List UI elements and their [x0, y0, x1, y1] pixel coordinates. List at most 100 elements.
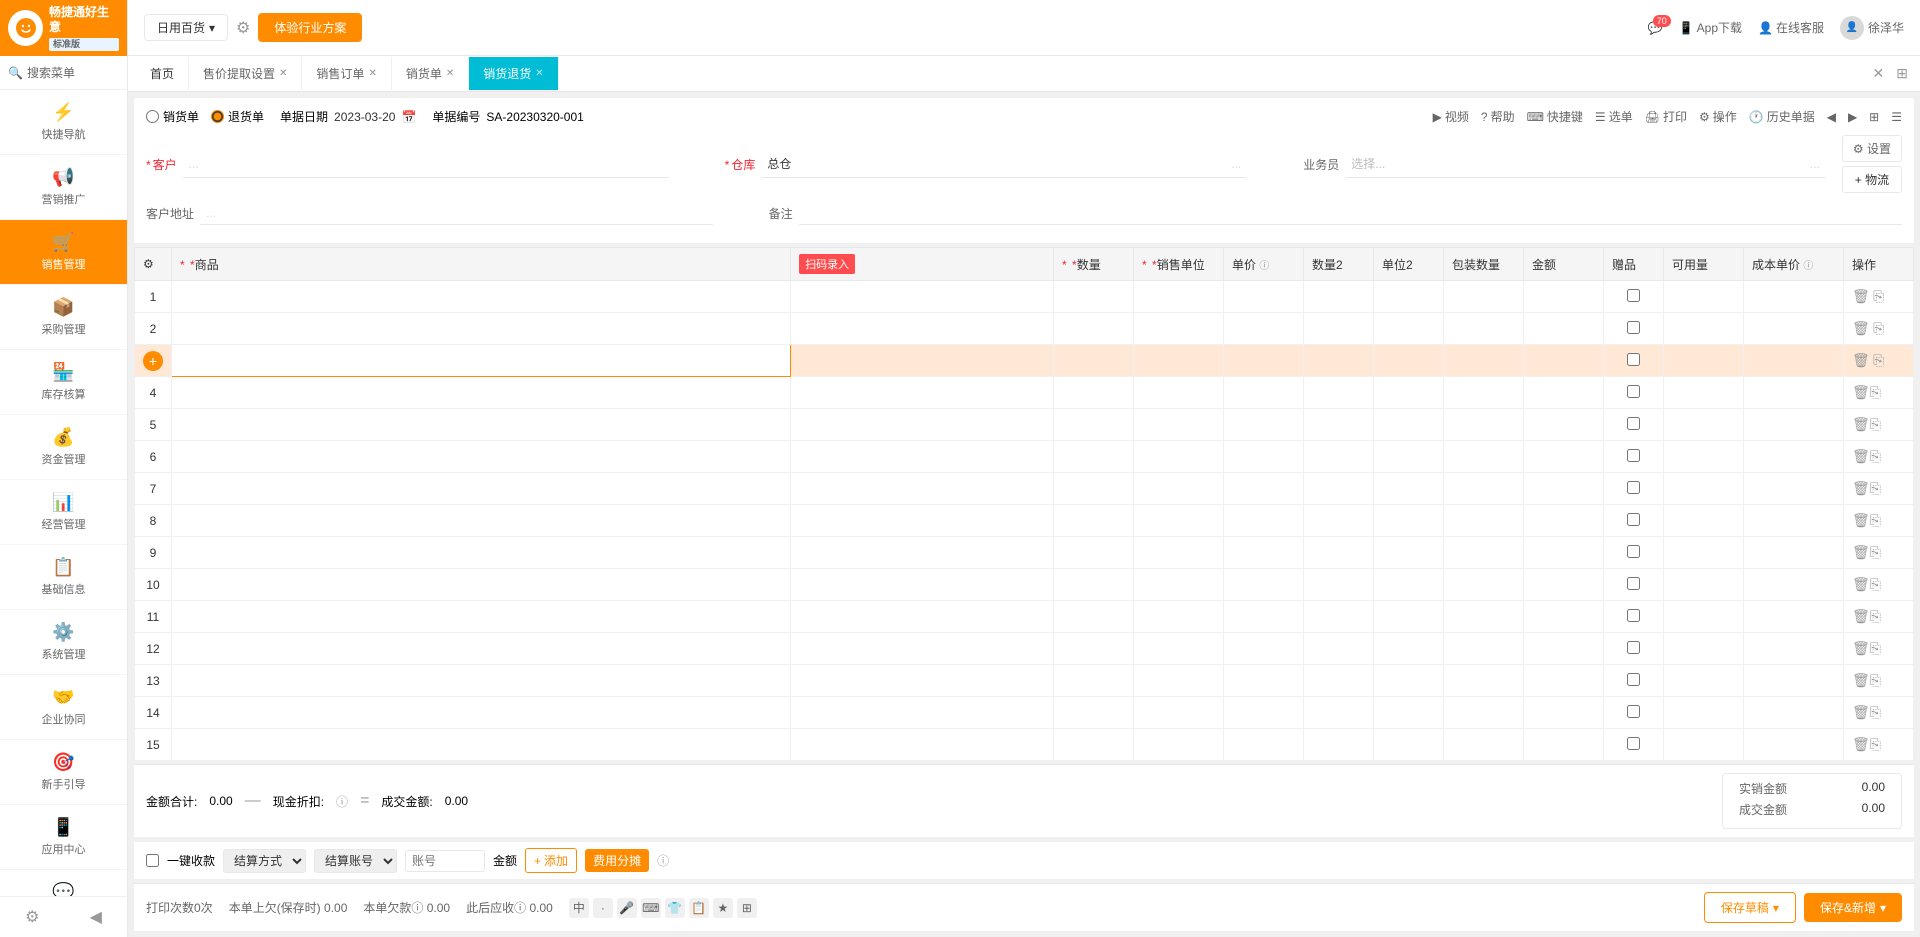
- delete-icon-7[interactable]: 🗑: [1852, 480, 1870, 496]
- scan-button[interactable]: 扫码录入: [799, 254, 855, 274]
- daily-select[interactable]: 日用百货 ▾: [144, 14, 228, 41]
- trial-button[interactable]: 体验行业方案: [258, 13, 362, 42]
- question-icon[interactable]: ⓘ: [336, 793, 348, 810]
- shortcut-7[interactable]: ★: [713, 898, 733, 918]
- copy-icon-4[interactable]: ⎘: [1870, 384, 1881, 400]
- copy-icon-15[interactable]: ⎘: [1870, 736, 1881, 752]
- gift-checkbox-11[interactable]: [1627, 609, 1640, 622]
- gift-checkbox-1[interactable]: [1627, 289, 1640, 302]
- radio-sale[interactable]: 销货单: [146, 108, 199, 125]
- th-gear[interactable]: ⚙: [135, 248, 172, 281]
- question-icon-4[interactable]: ⓘ: [514, 901, 526, 915]
- prev-record-icon[interactable]: ◀: [1827, 110, 1836, 124]
- address-input[interactable]: ...: [200, 201, 713, 225]
- gift-checkbox-15[interactable]: [1627, 737, 1640, 750]
- warehouse-input[interactable]: 总仓 ...: [761, 150, 1247, 178]
- gift-checkbox-2[interactable]: [1627, 321, 1640, 334]
- add-fee-button[interactable]: + 添加: [525, 848, 577, 873]
- delete-icon-2[interactable]: 🗑: [1852, 320, 1870, 336]
- question-icon-3[interactable]: ⓘ: [411, 901, 423, 915]
- tab-home[interactable]: 首页: [136, 57, 189, 90]
- delete-icon-15[interactable]: 🗑: [1852, 736, 1870, 752]
- add-row-button[interactable]: +: [143, 351, 163, 371]
- save-draft-button[interactable]: 保存草稿 ▾: [1704, 892, 1796, 923]
- tab-close-delivery[interactable]: ✕: [446, 68, 454, 79]
- copy-icon-13[interactable]: ⎘: [1870, 672, 1881, 688]
- delete-icon-9[interactable]: 🗑: [1852, 544, 1870, 560]
- sidebar-item-system[interactable]: ⚙️ 系统管理: [0, 610, 127, 675]
- delete-icon-12[interactable]: 🗑: [1852, 640, 1870, 656]
- gift-checkbox-7[interactable]: [1627, 481, 1640, 494]
- copy-icon-5[interactable]: ⎘: [1870, 416, 1881, 432]
- shortcut-2[interactable]: ·: [593, 898, 613, 918]
- app-download-btn[interactable]: 📱 App下载: [1679, 19, 1742, 36]
- sidebar-item-guide[interactable]: 🎯 新手引导: [0, 740, 127, 805]
- gift-checkbox-14[interactable]: [1627, 705, 1640, 718]
- online-service-btn[interactable]: 👤 在线客服: [1758, 19, 1824, 36]
- setup-button[interactable]: ⚙ 设置: [1842, 135, 1902, 162]
- select-action[interactable]: ☰ 选单: [1595, 108, 1633, 125]
- delete-icon-5[interactable]: 🗑: [1852, 416, 1870, 432]
- video-action[interactable]: ▶ 视频: [1433, 108, 1469, 125]
- shortcut-1[interactable]: 中: [569, 898, 589, 918]
- one-click-checkbox[interactable]: [146, 854, 159, 867]
- shipping-button[interactable]: + 物流: [1842, 166, 1902, 193]
- copy-icon-10[interactable]: ⎘: [1870, 576, 1881, 592]
- question-icon-2[interactable]: ⓘ: [657, 852, 669, 869]
- shortcut-4[interactable]: ⌨: [641, 898, 661, 918]
- sidebar-item-enterprise[interactable]: 🤝 企业协同: [0, 675, 127, 740]
- copy-icon-6[interactable]: ⎘: [1870, 448, 1881, 464]
- user-info[interactable]: 👤 徐泽华: [1840, 16, 1904, 40]
- product-input-3[interactable]: [180, 354, 782, 368]
- sidebar-item-finance[interactable]: 💰 资金管理: [0, 415, 127, 480]
- help-action[interactable]: ? 帮助: [1481, 108, 1515, 125]
- tab-close-btn[interactable]: ✕: [1869, 63, 1889, 84]
- calendar-icon[interactable]: 📅: [401, 110, 416, 124]
- sidebar-item-purchase[interactable]: 📦 采购管理: [0, 285, 127, 350]
- copy-icon-7[interactable]: ⎘: [1870, 480, 1881, 496]
- save-new-button[interactable]: 保存&新增 ▾: [1804, 893, 1902, 922]
- sidebar-search[interactable]: 🔍 搜索菜单: [0, 56, 127, 90]
- account-select[interactable]: 结算账号: [314, 849, 397, 873]
- remark-input[interactable]: [799, 201, 1902, 225]
- account-num-input[interactable]: [405, 850, 485, 872]
- shortcut-8[interactable]: ⊞: [737, 898, 757, 918]
- sidebar-item-shortcut[interactable]: ⚡ 快捷导航: [0, 90, 127, 155]
- copy-icon-2[interactable]: ⎘: [1873, 320, 1884, 336]
- grid-view-icon[interactable]: ⊞: [1869, 110, 1879, 124]
- print-action[interactable]: 🖨 打印: [1645, 108, 1687, 125]
- sidebar-item-operations[interactable]: 📊 经营管理: [0, 480, 127, 545]
- gift-checkbox-3[interactable]: [1627, 353, 1640, 366]
- tab-price-setting[interactable]: 售价提取设置 ✕: [189, 57, 302, 90]
- delete-icon-8[interactable]: 🗑: [1852, 512, 1870, 528]
- gift-checkbox-10[interactable]: [1627, 577, 1640, 590]
- sidebar-item-marketing[interactable]: 📢 营销推广: [0, 155, 127, 220]
- delete-icon-14[interactable]: 🗑: [1852, 704, 1870, 720]
- collapse-icon[interactable]: ◀: [90, 907, 102, 927]
- gift-checkbox-8[interactable]: [1627, 513, 1640, 526]
- gift-checkbox-5[interactable]: [1627, 417, 1640, 430]
- tab-close-return[interactable]: ✕: [535, 68, 543, 79]
- copy-icon-9[interactable]: ⎘: [1870, 544, 1881, 560]
- sidebar-item-sales[interactable]: 🛒 销售管理: [0, 220, 127, 285]
- tab-expand-btn[interactable]: ⊞: [1892, 63, 1912, 84]
- delete-icon-1[interactable]: 🗑: [1852, 288, 1870, 304]
- sidebar-item-basic[interactable]: 📋 基础信息: [0, 545, 127, 610]
- delete-icon-11[interactable]: 🗑: [1852, 608, 1870, 624]
- tab-sales-return[interactable]: 销货退货 ✕: [469, 57, 558, 90]
- delete-icon-10[interactable]: 🗑: [1852, 576, 1870, 592]
- settings-icon[interactable]: ⚙: [25, 907, 39, 927]
- copy-icon-14[interactable]: ⎘: [1870, 704, 1881, 720]
- tab-close-order[interactable]: ✕: [368, 68, 376, 79]
- salesperson-input[interactable]: 选择... ...: [1345, 150, 1826, 178]
- calc-method-select[interactable]: 结算方式: [223, 849, 306, 873]
- delete-icon-6[interactable]: 🗑: [1852, 448, 1870, 464]
- copy-icon-3[interactable]: ⎘: [1873, 352, 1884, 368]
- next-record-icon[interactable]: ▶: [1848, 110, 1857, 124]
- gift-checkbox-12[interactable]: [1627, 641, 1640, 654]
- radio-return[interactable]: 退货单: [211, 108, 264, 125]
- operate-action[interactable]: ⚙ 操作: [1699, 108, 1737, 125]
- tab-close-price[interactable]: ✕: [279, 68, 287, 79]
- history-action[interactable]: 🕐 历史单据: [1749, 108, 1815, 125]
- shortcut-3[interactable]: 🎤: [617, 898, 637, 918]
